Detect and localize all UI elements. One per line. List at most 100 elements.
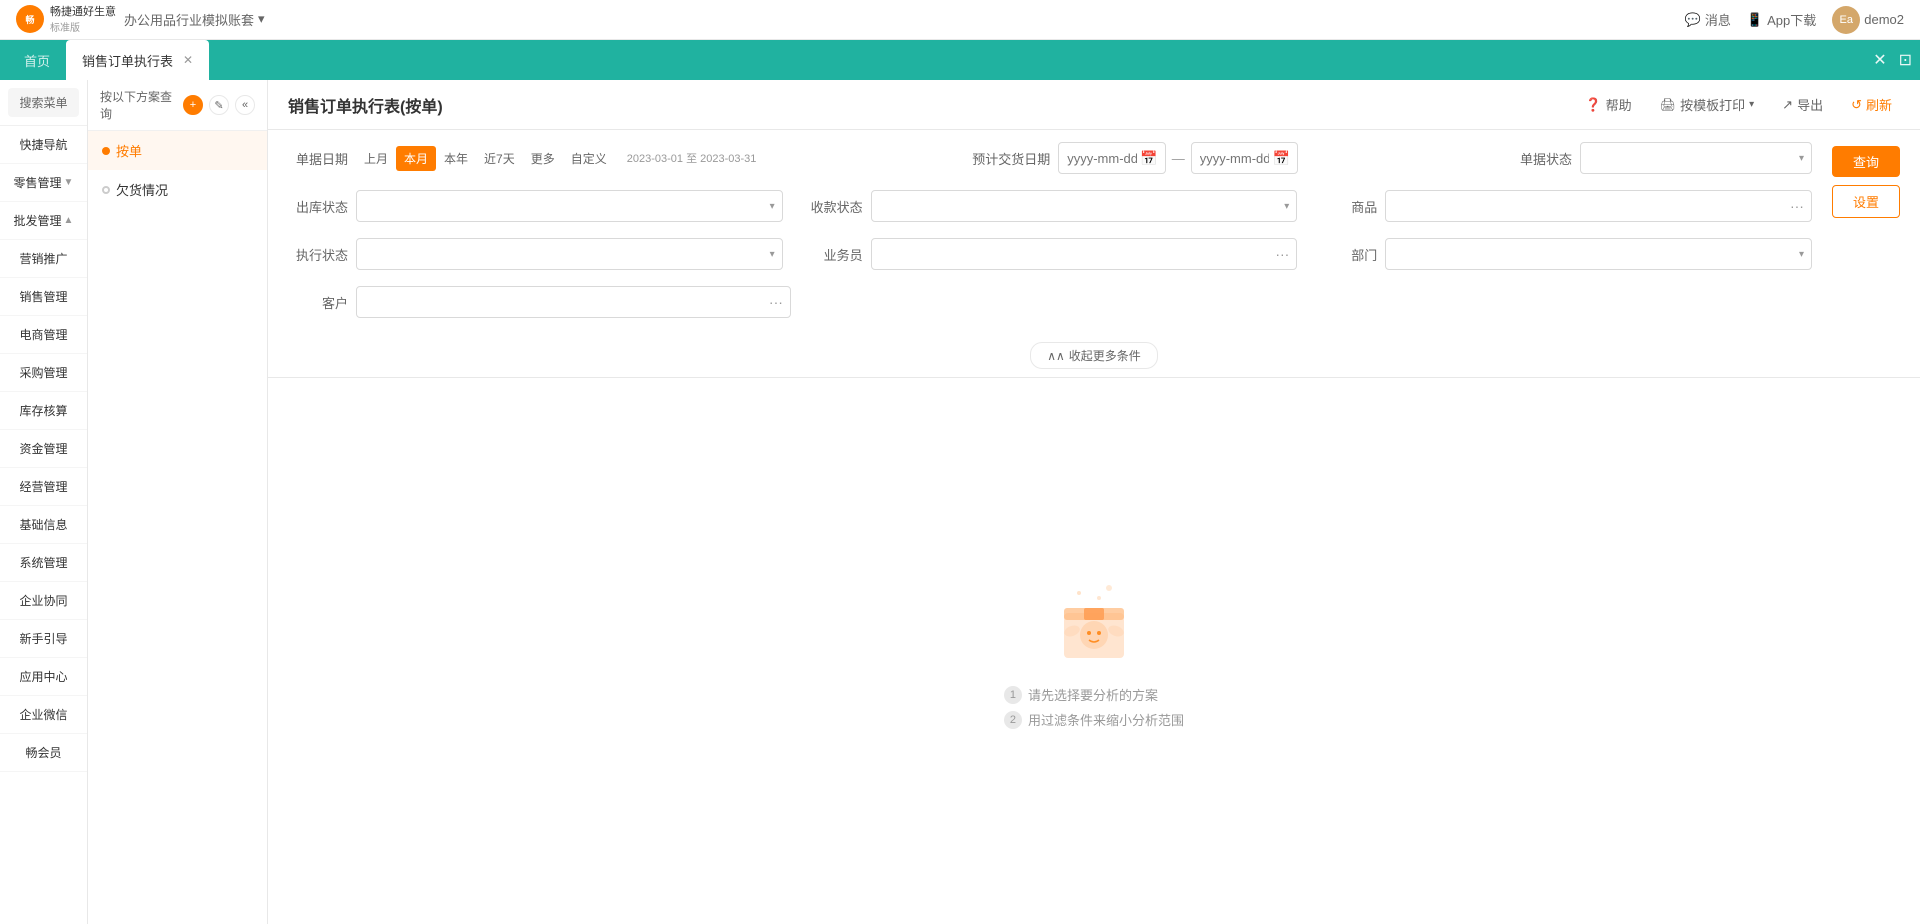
execution-status-select[interactable] (356, 238, 783, 270)
salesperson-input[interactable] (871, 238, 1298, 270)
query-button[interactable]: 查询 (1832, 146, 1900, 177)
sidebar-item-member[interactable]: 畅会员 (0, 734, 87, 772)
breadcrumb[interactable]: 办公用品行业模拟账套 ▾ (124, 10, 265, 29)
date-tab-last-7[interactable]: 近7天 (476, 146, 523, 171)
sub-sidebar-item-order[interactable]: 按单 (88, 131, 267, 170)
sidebar-finance-label: 资金管理 (19, 442, 67, 456)
tab-home[interactable]: 首页 (8, 40, 66, 80)
template-print-button[interactable]: 🖨 按模板打印 ▾ (1652, 91, 1763, 118)
end-date-calendar-icon: 📅 (1273, 150, 1290, 167)
sidebar-enterprise-label: 企业协同 (19, 594, 67, 608)
app-download-button[interactable]: 📱 App下载 (1747, 10, 1816, 29)
help-button[interactable]: ❓ 帮助 (1577, 91, 1639, 118)
sub-sidebar-edit-button[interactable]: ✎ (209, 95, 229, 115)
sidebar-item-quick-nav[interactable]: 快捷导航 (0, 126, 87, 164)
empty-tip-2: 2 用过滤条件来缩小分析范围 (1004, 710, 1184, 729)
date-tab-this-month[interactable]: 本月 (396, 146, 436, 171)
sidebar-item-retail[interactable]: 零售管理 ▼ (0, 164, 87, 202)
sidebar-item-wechat[interactable]: 企业微信 (0, 696, 87, 734)
salesperson-filter-group: 业务员 ··· (803, 238, 1298, 270)
sub-sidebar-add-button[interactable]: + (183, 95, 203, 115)
export-icon: ↗ (1782, 97, 1793, 113)
export-button[interactable]: ↗ 导出 (1774, 91, 1831, 118)
status-filter-group: 单据状态 ▾ (1512, 142, 1812, 174)
sidebar-retail-arrow: ▼ (64, 177, 74, 188)
sidebar-item-marketing[interactable]: 营销推广 (0, 240, 87, 278)
sidebar-item-finance[interactable]: 资金管理 (0, 430, 87, 468)
sub-sidebar-collapse-button[interactable]: « (235, 95, 255, 115)
sidebar-marketing-label: 营销推广 (19, 252, 67, 266)
sidebar-item-enterprise[interactable]: 企业协同 (0, 582, 87, 620)
sidebar-item-newbie[interactable]: 新手引导 (0, 620, 87, 658)
date-filter-group: 单据日期 上月 本月 本年 近7天 更多 自定义 (288, 146, 756, 171)
sub-sidebar: 按以下方案查询 + ✎ « 按单 (88, 80, 268, 924)
tab-expand-icon[interactable]: ⊡ (1899, 50, 1912, 70)
collapse-icon: « (242, 99, 248, 111)
filter-area-wrapper: 单据日期 上月 本月 本年 近7天 更多 自定义 (268, 130, 1920, 378)
sidebar-retail-label: 零售管理 (14, 174, 62, 191)
execution-status-label: 执行状态 (288, 245, 348, 264)
avatar: Ea (1832, 6, 1860, 34)
delivery-status-select-wrap: ▾ (356, 190, 783, 222)
status-select[interactable] (1580, 142, 1812, 174)
sidebar-item-apps[interactable]: 应用中心 (0, 658, 87, 696)
message-button[interactable]: 💬 消息 (1685, 10, 1731, 29)
active-dot (102, 147, 110, 155)
tab-close-all-icon[interactable]: ✕ (1873, 50, 1886, 70)
goods-label: 商品 (1317, 197, 1377, 216)
start-date-wrap: 📅 (1058, 142, 1166, 174)
sub-sidebar-order-label: 按单 (116, 141, 142, 160)
tab-sales-order[interactable]: 销售订单执行表 ✕ (66, 40, 209, 80)
tab-close-icon[interactable]: ✕ (183, 53, 193, 67)
date-tab-last-month[interactable]: 上月 (356, 146, 396, 171)
refresh-button[interactable]: ↺ 刷新 (1843, 91, 1900, 118)
message-label: 消息 (1705, 10, 1731, 29)
sidebar-search-button[interactable]: 搜索菜单 (8, 88, 79, 117)
collapse-button[interactable]: ∧∧ 收起更多条件 (1030, 342, 1158, 369)
collapse-label: 收起更多条件 (1069, 347, 1141, 364)
top-header: 畅 畅捷通好生意 标准版 办公用品行业模拟账套 ▾ 💬 消息 📱 App下载 E… (0, 0, 1920, 40)
settings-button[interactable]: 设置 (1832, 185, 1900, 218)
sidebar-item-basics[interactable]: 基础信息 (0, 506, 87, 544)
print-arrow-icon: ▾ (1749, 99, 1754, 110)
sidebar-item-inventory[interactable]: 库存核算 (0, 392, 87, 430)
department-select[interactable] (1385, 238, 1812, 270)
tip-text-1: 请先选择要分析的方案 (1028, 685, 1158, 704)
date-tab-more[interactable]: 更多 (523, 146, 563, 171)
department-filter-group: 部门 ▾ (1317, 238, 1812, 270)
date-range-input: 📅 — 📅 (1058, 142, 1298, 174)
sidebar-apps-label: 应用中心 (19, 670, 67, 684)
date-tab-this-year[interactable]: 本年 (436, 146, 476, 171)
user-profile[interactable]: Ea demo2 (1832, 6, 1904, 34)
delivery-status-select[interactable] (356, 190, 783, 222)
empty-tip-1: 1 请先选择要分析的方案 (1004, 685, 1184, 704)
date-tab-custom[interactable]: 自定义 (563, 146, 615, 171)
sub-sidebar-header: 按以下方案查询 + ✎ « (88, 80, 267, 131)
customer-input[interactable] (356, 286, 791, 318)
sidebar-ecommerce-label: 电商管理 (19, 328, 67, 342)
page-title: 销售订单执行表(按单) (288, 93, 443, 117)
sidebar-item-system[interactable]: 系统管理 (0, 544, 87, 582)
page-title-bar: 销售订单执行表(按单) ❓ 帮助 🖨 按模板打印 ▾ ↗ (268, 80, 1920, 130)
delivery-status-group: 出库状态 ▾ (288, 190, 783, 222)
start-date-calendar-icon: 📅 (1140, 150, 1157, 167)
filter-row-4: 客户 ··· (288, 286, 1812, 318)
department-select-wrap: ▾ (1385, 238, 1812, 270)
sidebar-item-ecommerce[interactable]: 电商管理 (0, 316, 87, 354)
date-label: 单据日期 (288, 149, 348, 168)
payment-status-select[interactable] (871, 190, 1298, 222)
sidebar-item-sales[interactable]: 销售管理 (0, 278, 87, 316)
status-label: 单据状态 (1512, 149, 1572, 168)
execution-status-select-wrap: ▾ (356, 238, 783, 270)
filter-row-1: 单据日期 上月 本月 本年 近7天 更多 自定义 (288, 142, 1812, 174)
customer-label: 客户 (288, 293, 348, 312)
sidebar-item-wholesale[interactable]: 批发管理 ▲ (0, 202, 87, 240)
sidebar-item-purchase[interactable]: 采购管理 (0, 354, 87, 392)
collapse-up-icon: ∧∧ (1047, 349, 1065, 363)
sidebar-item-operations[interactable]: 经营管理 (0, 468, 87, 506)
sub-sidebar-item-debt[interactable]: 欠货情况 (88, 170, 267, 209)
empty-tips: 1 请先选择要分析的方案 2 用过滤条件来缩小分析范围 (1004, 685, 1184, 729)
add-icon: + (190, 99, 196, 111)
goods-input[interactable] (1385, 190, 1812, 222)
logo-subtitle: 标准版 (50, 19, 116, 34)
